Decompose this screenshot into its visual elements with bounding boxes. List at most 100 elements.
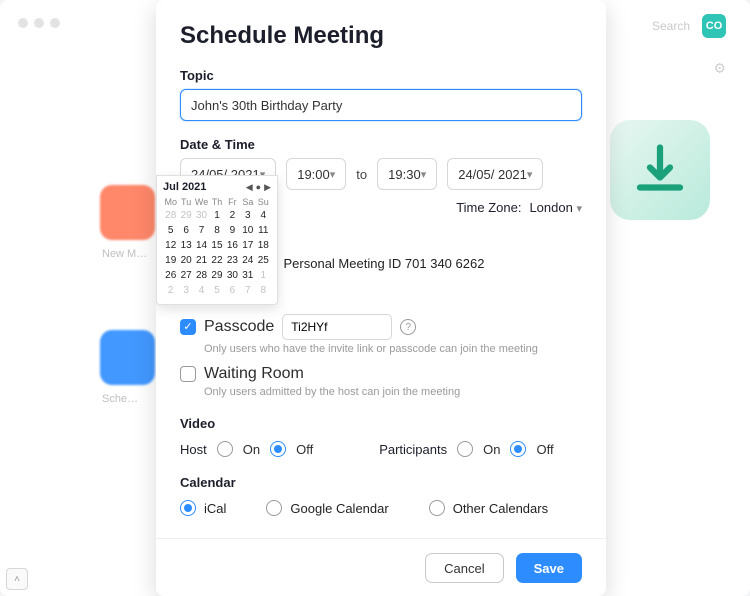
radio-icon (429, 500, 445, 516)
personal-meeting-id-option[interactable]: Personal Meeting ID 701 340 6262 (260, 255, 485, 271)
calendar-today-icon[interactable]: ● (256, 183, 261, 192)
calendar-day[interactable]: 2 (225, 208, 240, 223)
help-icon[interactable]: ? (400, 319, 416, 335)
calendar-day[interactable]: 20 (178, 253, 193, 268)
topic-value: John's 30th Birthday Party (191, 98, 342, 113)
calendar-dow: Fr (225, 196, 240, 208)
save-button[interactable]: Save (516, 553, 582, 583)
passcode-row: Passcode ? (180, 314, 582, 340)
waiting-room-checkbox[interactable] (180, 366, 196, 382)
calendar-day[interactable]: 22 (209, 253, 224, 268)
calendar-day[interactable]: 2 (163, 283, 178, 298)
timezone-label: Time Zone: (456, 200, 521, 215)
calendar-day[interactable]: 6 (178, 223, 193, 238)
chevron-down-icon: ▾ (576, 203, 582, 215)
datetime-label: Date & Time (180, 137, 582, 152)
host-video-off-radio[interactable] (270, 441, 286, 457)
calendar-dow: Tu (178, 196, 193, 208)
timezone-select[interactable]: London ▾ (529, 200, 582, 215)
calendar-day[interactable]: 4 (194, 283, 209, 298)
new-meeting-label: New M… (102, 248, 147, 260)
calendar-day[interactable]: 29 (209, 268, 224, 283)
calendar-day[interactable]: 18 (256, 238, 271, 253)
calendar-day[interactable]: 27 (178, 268, 193, 283)
calendar-day[interactable]: 7 (240, 283, 255, 298)
calendar-day[interactable]: 30 (194, 208, 209, 223)
calendar-day[interactable]: 9 (225, 223, 240, 238)
passcode-hint: Only users who have the invite link or p… (204, 343, 582, 355)
calendar-day[interactable]: 7 (194, 223, 209, 238)
calendar-day[interactable]: 26 (163, 268, 178, 283)
radio-icon (180, 500, 196, 516)
search-placeholder: Search (652, 19, 690, 33)
calendar-day[interactable]: 8 (209, 223, 224, 238)
calendar-day[interactable]: 25 (256, 253, 271, 268)
participants-video-on-radio[interactable] (457, 441, 473, 457)
end-date-select[interactable]: 24/05/ 2021 ▾ (447, 158, 543, 190)
calendar-day[interactable]: 1 (256, 268, 271, 283)
schedule-label: Sche… (102, 393, 138, 405)
topic-input[interactable]: John's 30th Birthday Party (180, 89, 582, 121)
calendar-day[interactable]: 17 (240, 238, 255, 253)
calendar-google-option[interactable]: Google Calendar (266, 500, 388, 516)
waiting-room-hint: Only users admitted by the host can join… (204, 386, 582, 398)
participants-video-off-radio[interactable] (510, 441, 526, 457)
calendar-next-icon[interactable]: ▶ (264, 183, 271, 192)
participants-label: Participants (379, 442, 447, 457)
calendar-day[interactable]: 28 (163, 208, 178, 223)
calendar-day[interactable]: 5 (209, 283, 224, 298)
calendar-day[interactable]: 3 (178, 283, 193, 298)
calendar-day[interactable]: 6 (225, 283, 240, 298)
calendar-day[interactable]: 16 (225, 238, 240, 253)
calendar-other-option[interactable]: Other Calendars (429, 500, 548, 516)
calendar-prev-icon[interactable]: ◀ (246, 183, 253, 192)
calendar-dow: Su (256, 196, 271, 208)
schedule-tile[interactable] (100, 330, 155, 385)
chevron-down-icon: ▾ (527, 168, 533, 181)
calendar-day[interactable]: 23 (225, 253, 240, 268)
calendar-day[interactable]: 3 (240, 208, 255, 223)
calendar-day[interactable]: 1 (209, 208, 224, 223)
calendar-day[interactable]: 12 (163, 238, 178, 253)
calendar-day[interactable]: 14 (194, 238, 209, 253)
calendar-day[interactable]: 24 (240, 253, 255, 268)
calendar-day[interactable]: 30 (225, 268, 240, 283)
avatar[interactable]: CO (702, 14, 726, 38)
calendar-month-title: Jul 2021 (163, 181, 206, 193)
chevron-down-icon: ▾ (330, 168, 336, 181)
calendar-day[interactable]: 28 (194, 268, 209, 283)
calendar-section-title: Calendar (180, 475, 582, 490)
cancel-button[interactable]: Cancel (425, 553, 503, 583)
calendar-day[interactable]: 15 (209, 238, 224, 253)
calendar-dow: Sa (240, 196, 255, 208)
calendar-day[interactable]: 5 (163, 223, 178, 238)
calendar-day[interactable]: 10 (240, 223, 255, 238)
passcode-checkbox[interactable] (180, 319, 196, 335)
calendar-dow: Th (209, 196, 224, 208)
schedule-meeting-dialog: Schedule Meeting Topic John's 30th Birth… (156, 0, 606, 596)
new-meeting-tile[interactable] (100, 185, 155, 240)
calendar-day[interactable]: 19 (163, 253, 178, 268)
end-time-select[interactable]: 19:30 ▾ (377, 158, 437, 190)
collapse-handle-icon[interactable]: ˄ (6, 568, 28, 590)
calendar-day[interactable]: 13 (178, 238, 193, 253)
calendar-day[interactable]: 21 (194, 253, 209, 268)
window-controls (18, 18, 60, 28)
gear-icon[interactable]: ⚙ (713, 60, 726, 77)
host-video-on-radio[interactable] (217, 441, 233, 457)
calendar-day[interactable]: 4 (256, 208, 271, 223)
download-illustration (610, 120, 710, 220)
date-picker-popup: Jul 2021 ◀ ● ▶ MoTuWeThFrSaSu 2829301234… (156, 175, 278, 305)
radio-icon (266, 500, 282, 516)
to-label: to (356, 167, 367, 182)
calendar-day[interactable]: 8 (256, 283, 271, 298)
calendar-day[interactable]: 11 (256, 223, 271, 238)
calendar-ical-option[interactable]: iCal (180, 500, 226, 516)
calendar-day[interactable]: 29 (178, 208, 193, 223)
calendar-day[interactable]: 31 (240, 268, 255, 283)
topic-label: Topic (180, 68, 582, 83)
start-time-select[interactable]: 19:00 ▾ (286, 158, 346, 190)
waiting-room-label: Waiting Room (204, 365, 304, 383)
dialog-title: Schedule Meeting (180, 22, 582, 50)
passcode-input[interactable] (282, 314, 392, 340)
